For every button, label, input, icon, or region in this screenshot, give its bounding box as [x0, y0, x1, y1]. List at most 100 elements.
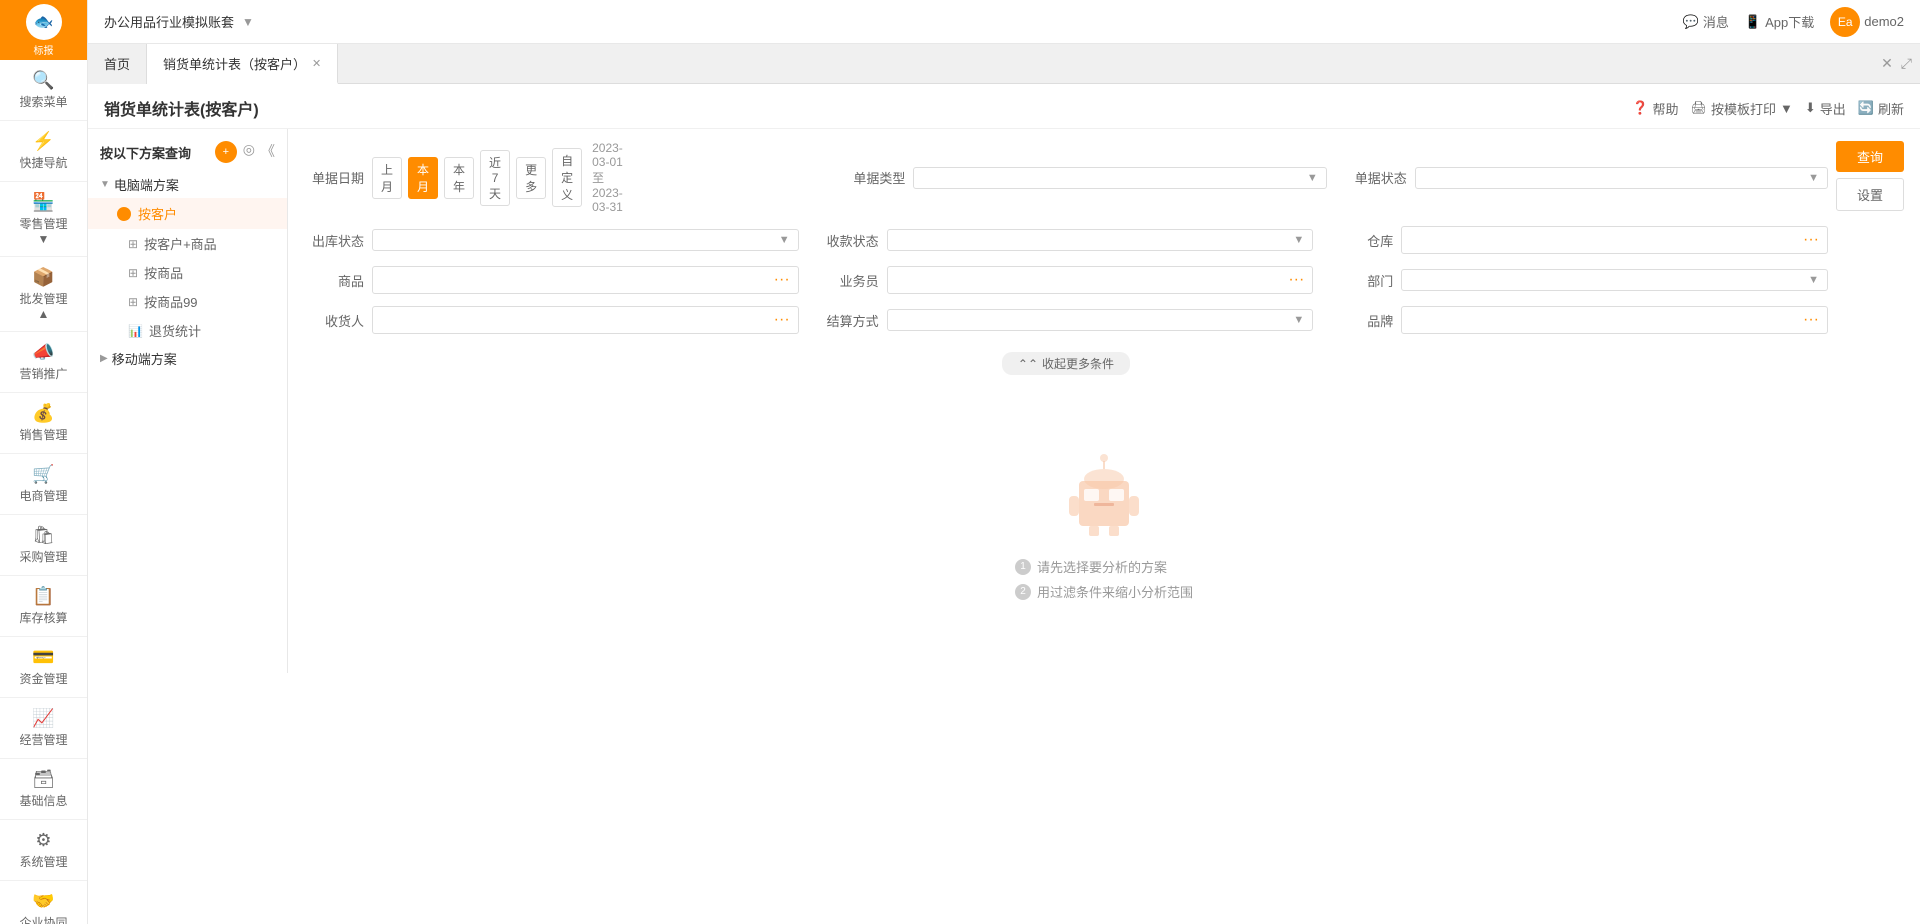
sidebar-item-inventory[interactable]: 📋 库存核算 — [0, 576, 87, 637]
tab-home[interactable]: 首页 — [88, 44, 147, 84]
main-area: 办公用品行业模拟账套 ▼ 💬 消息 📱 App下载 Ea demo2 — [88, 0, 1920, 924]
breadcrumb-arrow: ▼ — [242, 15, 254, 29]
scheme-panel: 按以下方案查询 + ◎ 《 ▼ — [88, 129, 288, 673]
export-button[interactable]: ⬇ 导出 — [1805, 99, 1846, 118]
scheme-group-mobile: ▶ 移动端方案 — [88, 345, 287, 372]
tab-sales-stat[interactable]: 销货单统计表（按客户） ✕ — [147, 44, 338, 84]
recipient-select[interactable]: ··· — [372, 306, 799, 334]
message-label: 消息 — [1703, 12, 1729, 31]
sidebar-item-ecommerce[interactable]: 🛒 电商管理 — [0, 454, 87, 515]
sidebar-item-operations[interactable]: 📈 经营管理 — [0, 698, 87, 759]
date-more-button[interactable]: 更多 — [516, 157, 546, 199]
print-button[interactable]: 🖨 按模板打印 ▼ — [1690, 99, 1792, 118]
salesman-dots[interactable]: ··· — [1288, 271, 1304, 289]
scheme-item-return-stat[interactable]: 📊 退货统计 — [88, 316, 287, 345]
sidebar-item-purchase[interactable]: 🛍 采购管理 — [0, 515, 87, 576]
date-this-year-button[interactable]: 本年 — [444, 157, 474, 199]
order-status-arrow-icon: ▼ — [1808, 172, 1819, 184]
user-profile[interactable]: Ea demo2 — [1830, 7, 1904, 37]
out-status-arrow-icon: ▼ — [779, 234, 790, 246]
sidebar-item-enterprise[interactable]: 🤝 企业协同 — [0, 881, 87, 924]
scheme-item-by-customer-product[interactable]: ⊞ 按客户+商品 — [88, 229, 287, 258]
mobile-group-label: 移动端方案 — [112, 349, 177, 368]
help-icon: ❓ — [1632, 100, 1648, 116]
sidebar-item-retail[interactable]: 🏪 零售管理 ▼ — [0, 182, 87, 257]
app-download-button[interactable]: 📱 App下载 — [1745, 12, 1814, 31]
top-header: 办公用品行业模拟账套 ▼ 💬 消息 📱 App下载 Ea demo2 — [88, 0, 1920, 44]
inventory-icon: 📋 — [4, 586, 83, 607]
settlement-select[interactable]: ▼ — [887, 309, 1314, 331]
sidebar-item-finance[interactable]: 💳 资金管理 — [0, 637, 87, 698]
help-button[interactable]: ❓ 帮助 — [1632, 99, 1678, 118]
settings-button[interactable]: 设置 — [1836, 178, 1904, 211]
tab-close-button[interactable]: ✕ — [312, 57, 321, 70]
warehouse-select[interactable]: ··· — [1401, 226, 1828, 254]
wholesale-icon: 📦 — [4, 267, 83, 288]
filter-area: 单据日期 上月 本月 本年 近7天 更多 自定义 — [288, 129, 1920, 673]
refresh-button[interactable]: 🔄 刷新 — [1858, 99, 1904, 118]
date-custom-button[interactable]: 自定义 — [552, 148, 582, 207]
sidebar-item-wholesale[interactable]: 📦 批发管理 ▲ — [0, 257, 87, 332]
by-product-icon: ⊞ — [128, 266, 138, 280]
return-stat-label: 退货统计 — [149, 321, 201, 340]
sidebar-item-sales[interactable]: 💰 销售管理 — [0, 393, 87, 454]
date-last-7days-button[interactable]: 近7天 — [480, 150, 510, 206]
sidebar-item-system[interactable]: ⚙ 系统管理 — [0, 820, 87, 881]
collapse-up-icon: ⌃⌃ — [1018, 357, 1038, 371]
warehouse-label: 仓库 — [1333, 231, 1393, 250]
scheme-item-by-product[interactable]: ⊞ 按商品 — [88, 258, 287, 287]
scheme-item-by-product-99[interactable]: ⊞ 按商品99 — [88, 287, 287, 316]
message-button[interactable]: 💬 消息 — [1683, 12, 1729, 31]
app-logo: 🐟 标报 — [0, 0, 87, 60]
collapse-button[interactable]: ⌃⌃ 收起更多条件 — [1002, 352, 1130, 375]
department-select[interactable]: ▼ — [1401, 269, 1828, 291]
page-title: 销货单统计表(按客户) — [104, 96, 259, 120]
order-status-select[interactable]: ▼ — [1415, 167, 1828, 189]
date-this-month-button[interactable]: 本月 — [408, 157, 438, 199]
by-customer-product-label: 按客户+商品 — [144, 234, 217, 253]
payment-status-select[interactable]: ▼ — [887, 229, 1314, 251]
salesman-label: 业务员 — [819, 271, 879, 290]
export-icon: ⬇ — [1805, 100, 1816, 116]
tab-close-all-button[interactable]: ✕ — [1881, 55, 1893, 72]
tab-bar: 首页 销货单统计表（按客户） ✕ ✕ ⤢ — [88, 44, 1920, 84]
order-type-arrow-icon: ▼ — [1307, 172, 1318, 184]
sidebar-item-basic[interactable]: 🗃 基础信息 — [0, 759, 87, 820]
refresh-icon: 🔄 — [1858, 100, 1874, 116]
goods-select[interactable]: ··· — [372, 266, 799, 294]
scheme-item-by-customer[interactable]: 按客户 — [88, 198, 287, 229]
print-icon: 🖨 — [1690, 100, 1707, 116]
by-product-99-label: 按商品99 — [144, 292, 197, 311]
order-type-select[interactable]: ▼ — [913, 167, 1326, 189]
warehouse-dots[interactable]: ··· — [1803, 231, 1819, 249]
date-range-text: 2023-03-01 至 2023-03-31 — [592, 141, 623, 214]
tab-expand-button[interactable]: ⤢ — [1901, 55, 1912, 72]
empty-state: 1 请先选择要分析的方案 2 用过滤条件来缩小分析范围 — [304, 381, 1904, 661]
order-status-label: 单据状态 — [1347, 168, 1407, 187]
system-icon: ⚙ — [4, 830, 83, 851]
collapse-bar: ⌃⌃ 收起更多条件 — [304, 346, 1828, 381]
out-status-select[interactable]: ▼ — [372, 229, 799, 251]
enterprise-icon: 🤝 — [4, 891, 83, 912]
goods-dots[interactable]: ··· — [774, 271, 790, 289]
brand-dots[interactable]: ··· — [1803, 311, 1819, 329]
logo-icon: 🐟 — [26, 4, 62, 40]
sidebar-item-quick-nav[interactable]: ⚡ 快捷导航 — [0, 121, 87, 182]
salesman-select[interactable]: ··· — [887, 266, 1314, 294]
scheme-add-button[interactable]: + — [215, 141, 237, 163]
by-customer-icon — [116, 206, 132, 222]
query-button[interactable]: 查询 — [1836, 141, 1904, 172]
scheme-group-pc-header[interactable]: ▼ 电脑端方案 — [88, 171, 287, 198]
scheme-edit-button[interactable]: ◎ — [243, 141, 255, 163]
order-type-label: 单据类型 — [845, 168, 905, 187]
scheme-group-mobile-header[interactable]: ▶ 移动端方案 — [88, 345, 287, 372]
sidebar-item-marketing[interactable]: 📣 营销推广 — [0, 332, 87, 393]
date-last-month-button[interactable]: 上月 — [372, 157, 402, 199]
recipient-dots[interactable]: ··· — [774, 311, 790, 329]
brand-select[interactable]: ··· — [1401, 306, 1828, 334]
sidebar-item-search[interactable]: 🔍 搜索菜单 — [0, 60, 87, 121]
collapse-label: 收起更多条件 — [1042, 355, 1114, 372]
filter-side-buttons: 查询 设置 — [1828, 141, 1904, 211]
user-name: demo2 — [1864, 14, 1904, 29]
scheme-collapse-button[interactable]: 《 — [261, 141, 275, 163]
